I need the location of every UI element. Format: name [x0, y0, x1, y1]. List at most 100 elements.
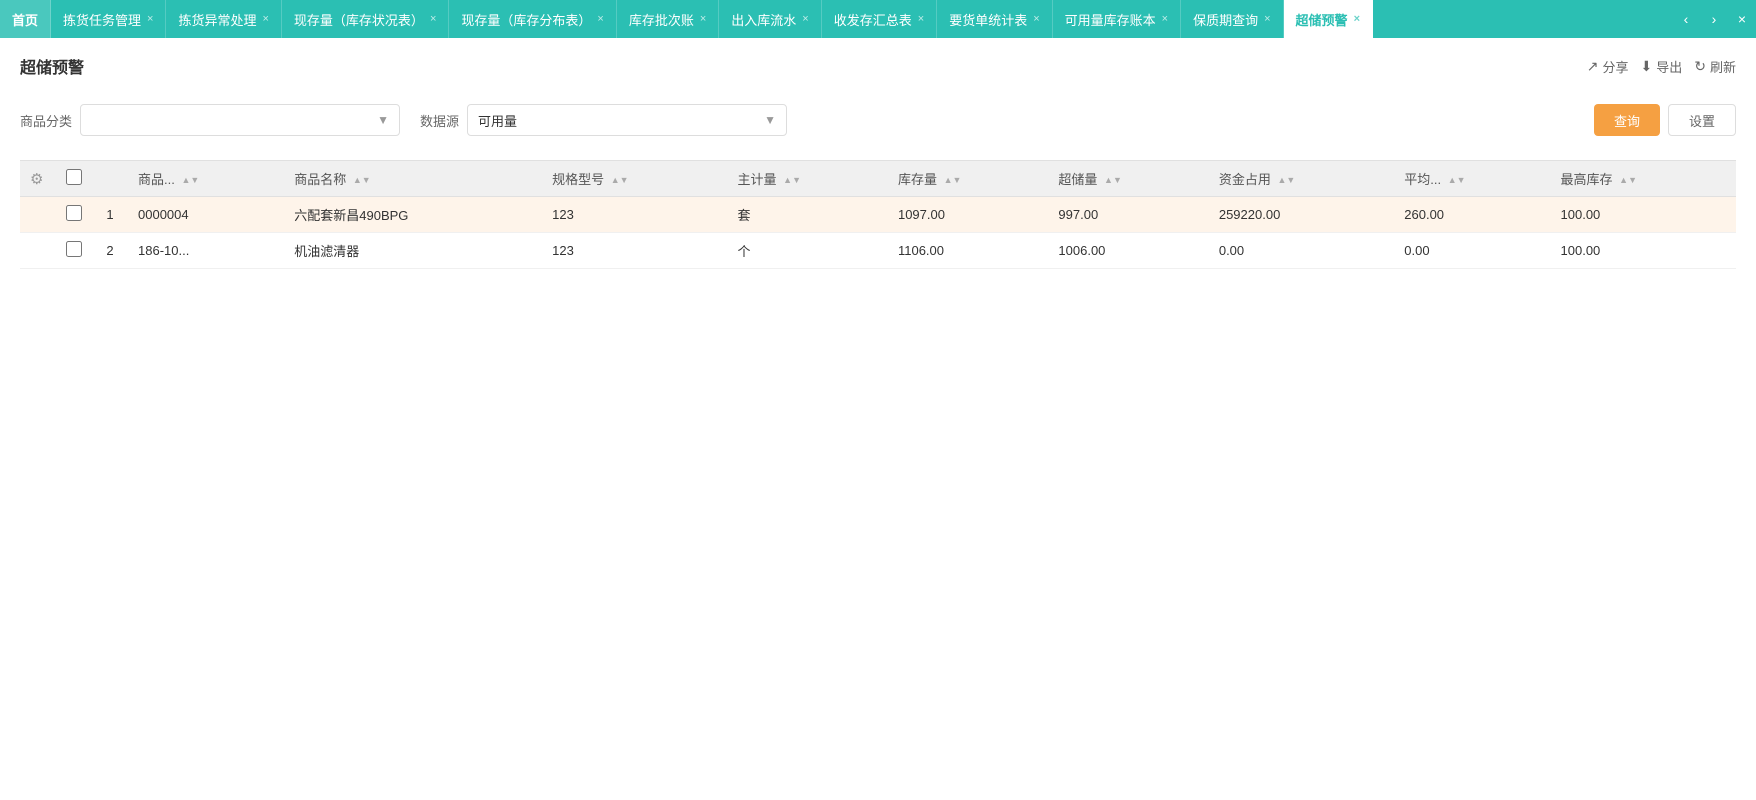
nav-prev-button[interactable]: ‹	[1672, 0, 1700, 38]
refresh-icon: ↻	[1694, 58, 1706, 75]
col-row-num	[92, 161, 128, 197]
sort-unit-icon: ▲▼	[783, 176, 801, 185]
row1-gear-cell	[20, 197, 56, 233]
nav-available-account[interactable]: 可用量库存账本 ×	[1053, 0, 1181, 38]
export-icon: ⬇	[1641, 58, 1653, 75]
datasource-select-arrow-icon: ▼	[764, 113, 776, 127]
page-title: 超储预警	[20, 54, 84, 78]
row2-product-code: 186-10...	[128, 233, 284, 269]
col-spec[interactable]: 规格型号 ▲▼	[542, 161, 727, 197]
nav-task-mgmt[interactable]: 拣货任务管理 ×	[51, 0, 166, 38]
row2-product-name: 机油滤清器	[284, 233, 542, 269]
row2-stock: 1106.00	[888, 233, 1048, 269]
close-collect-send-icon[interactable]: ×	[918, 13, 924, 25]
row2-capital: 0.00	[1209, 233, 1394, 269]
row1-product-code: 0000004	[128, 197, 284, 233]
query-button[interactable]: 查询	[1594, 104, 1660, 136]
col-unit[interactable]: 主计量 ▲▼	[728, 161, 888, 197]
close-abnormal-icon[interactable]: ×	[262, 13, 268, 25]
sort-avg-icon: ▲▼	[1448, 176, 1466, 185]
row2-num: 2	[92, 233, 128, 269]
close-order-stats-icon[interactable]: ×	[1033, 13, 1039, 25]
share-icon: ↗	[1587, 58, 1599, 75]
sort-capital-icon: ▲▼	[1277, 176, 1295, 185]
category-select-arrow-icon: ▼	[377, 113, 389, 127]
nav-flow[interactable]: 出入库流水 ×	[719, 0, 821, 38]
row2-spec: 123	[542, 233, 727, 269]
col-gear: ⚙	[20, 161, 56, 197]
select-all-checkbox[interactable]	[66, 169, 82, 185]
table-gear-icon[interactable]: ⚙	[30, 171, 43, 188]
category-filter: 商品分类 ▼	[20, 104, 400, 136]
table-row: 1 0000004 六配套新昌490BPG 123 套 1097.00 997.…	[20, 197, 1736, 233]
nav-next-button[interactable]: ›	[1700, 0, 1728, 38]
refresh-button[interactable]: ↻ 刷新	[1694, 57, 1736, 76]
row1-max-stock: 100.00	[1551, 197, 1736, 233]
col-checkbox	[56, 161, 92, 197]
datasource-select-value: 可用量	[478, 111, 517, 130]
nav-collect-send[interactable]: 收发存汇总表 ×	[822, 0, 937, 38]
row1-stock: 1097.00	[888, 197, 1048, 233]
datasource-select[interactable]: 可用量 ▼	[467, 104, 787, 136]
col-max-stock[interactable]: 最高库存 ▲▼	[1551, 161, 1736, 197]
row2-max-stock: 100.00	[1551, 233, 1736, 269]
data-table: ⚙ 商品... ▲▼ 商品名称 ▲▼ 规格型号 ▲▼	[20, 160, 1736, 269]
col-capital[interactable]: 资金占用 ▲▼	[1209, 161, 1394, 197]
datasource-filter: 数据源 可用量 ▼	[420, 104, 787, 136]
page-header: 超储预警 ↗ 分享 ⬇ 导出 ↻ 刷新	[20, 54, 1736, 78]
filter-area: 商品分类 ▼ 数据源 可用量 ▼ 查询 设置	[20, 94, 1736, 146]
table-header: ⚙ 商品... ▲▼ 商品名称 ▲▼ 规格型号 ▲▼	[20, 161, 1736, 197]
datasource-label: 数据源	[420, 111, 459, 130]
nav-batch-account[interactable]: 库存批次账 ×	[617, 0, 719, 38]
nav-stock-dist[interactable]: 现存量（库存分布表） ×	[449, 0, 616, 38]
settings-button[interactable]: 设置	[1668, 104, 1736, 136]
row1-checkbox[interactable]	[66, 205, 82, 221]
sort-max-stock-icon: ▲▼	[1619, 176, 1637, 185]
nav-home[interactable]: 首页	[0, 0, 51, 38]
row1-num: 1	[92, 197, 128, 233]
close-stock-status-icon[interactable]: ×	[430, 13, 436, 25]
row2-gear-cell	[20, 233, 56, 269]
header-actions: ↗ 分享 ⬇ 导出 ↻ 刷新	[1587, 57, 1736, 76]
nav-arrows: ‹ › ×	[1672, 0, 1756, 38]
close-batch-account-icon[interactable]: ×	[700, 13, 706, 25]
row2-avg: 0.00	[1394, 233, 1550, 269]
table-body: 1 0000004 六配套新昌490BPG 123 套 1097.00 997.…	[20, 197, 1736, 269]
row1-overstock: 997.00	[1048, 197, 1208, 233]
row1-unit: 套	[728, 197, 888, 233]
col-overstock[interactable]: 超储量 ▲▼	[1048, 161, 1208, 197]
close-overstock-warning-icon[interactable]: ×	[1354, 13, 1360, 25]
nav-quality-check[interactable]: 保质期查询 ×	[1181, 0, 1283, 38]
nav-abnormal[interactable]: 拣货异常处理 ×	[166, 0, 281, 38]
close-flow-icon[interactable]: ×	[802, 13, 808, 25]
close-available-account-icon[interactable]: ×	[1162, 13, 1168, 25]
category-select[interactable]: ▼	[80, 104, 400, 136]
sort-product-name-icon: ▲▼	[353, 176, 371, 185]
nav-order-stats[interactable]: 要货单统计表 ×	[937, 0, 1052, 38]
row1-spec: 123	[542, 197, 727, 233]
table-row: 2 186-10... 机油滤清器 123 个 1106.00 1006.00 …	[20, 233, 1736, 269]
sort-product-code-icon: ▲▼	[181, 176, 199, 185]
filter-actions: 查询 设置	[1594, 104, 1736, 136]
nav-stock-status[interactable]: 现存量（库存状况表） ×	[282, 0, 449, 38]
sort-stock-icon: ▲▼	[944, 176, 962, 185]
row2-unit: 个	[728, 233, 888, 269]
share-button[interactable]: ↗ 分享	[1587, 57, 1629, 76]
nav-overstock-warning[interactable]: 超储预警 ×	[1284, 0, 1373, 38]
row2-checkbox[interactable]	[66, 241, 82, 257]
col-product-name[interactable]: 商品名称 ▲▼	[284, 161, 542, 197]
nav-more-button[interactable]: ×	[1728, 0, 1756, 38]
export-button[interactable]: ⬇ 导出	[1641, 57, 1683, 76]
row1-capital: 259220.00	[1209, 197, 1394, 233]
sort-overstock-icon: ▲▼	[1104, 176, 1122, 185]
sort-spec-icon: ▲▼	[611, 176, 629, 185]
close-stock-dist-icon[interactable]: ×	[597, 13, 603, 25]
row1-checkbox-cell	[56, 197, 92, 233]
close-task-mgmt-icon[interactable]: ×	[147, 13, 153, 25]
row2-overstock: 1006.00	[1048, 233, 1208, 269]
col-stock[interactable]: 库存量 ▲▼	[888, 161, 1048, 197]
close-quality-check-icon[interactable]: ×	[1264, 13, 1270, 25]
category-label: 商品分类	[20, 111, 72, 130]
col-avg[interactable]: 平均... ▲▼	[1394, 161, 1550, 197]
col-product-code[interactable]: 商品... ▲▼	[128, 161, 284, 197]
